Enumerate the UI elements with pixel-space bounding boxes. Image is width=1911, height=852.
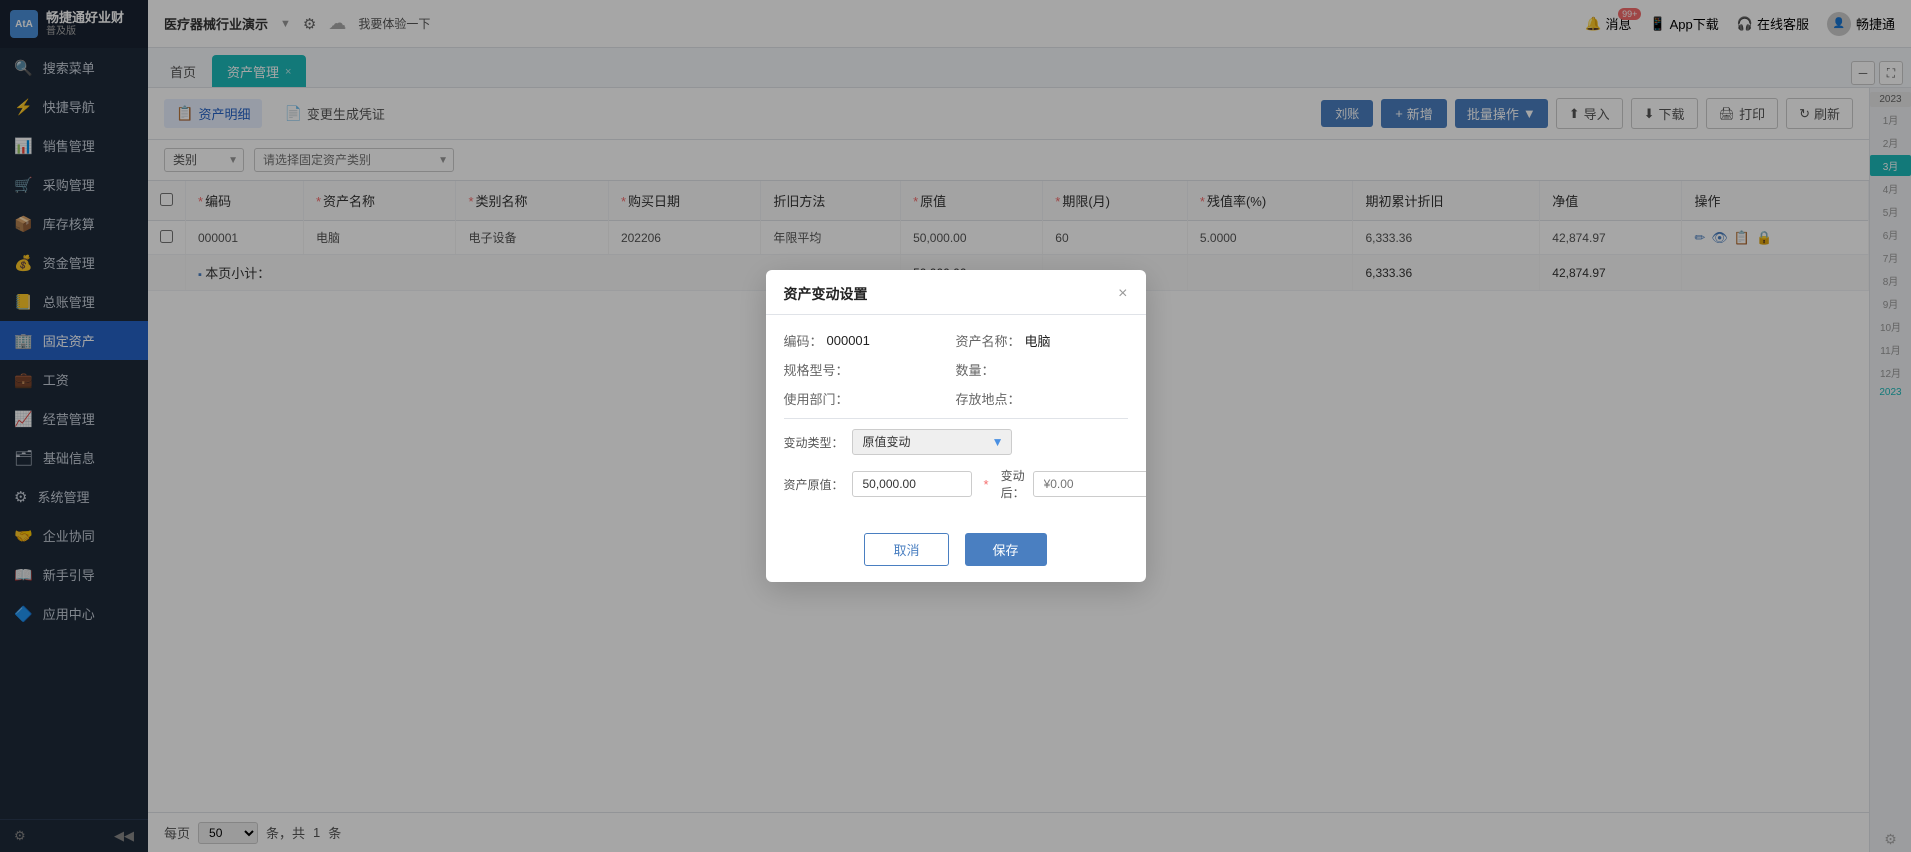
- dialog-code-field: 编码： 000001: [784, 331, 956, 350]
- modal-overlay: 资产变动设置 × 编码： 000001 资产名称： 电脑 规格型号：: [0, 0, 1911, 852]
- dialog-location-field: 存放地点：: [956, 389, 1128, 408]
- dialog-dept-field: 使用部门：: [784, 389, 956, 408]
- after-change-input[interactable]: [1033, 471, 1146, 497]
- original-value-field-label: 资产原值：: [784, 476, 844, 493]
- dialog-original-value-row: 资产原值： * 变动后：: [784, 467, 1128, 501]
- dialog-footer: 取消 保存: [766, 523, 1146, 582]
- original-value-input[interactable]: [852, 471, 972, 497]
- dialog-info-row-3: 使用部门： 存放地点：: [784, 389, 1128, 408]
- cancel-button[interactable]: 取消: [864, 533, 948, 566]
- dialog-close-button[interactable]: ×: [1118, 285, 1127, 303]
- dialog-info-row-1: 编码： 000001 资产名称： 电脑: [784, 331, 1128, 350]
- dialog-title: 资产变动设置: [784, 284, 868, 304]
- changetype-field-label: 变动类型：: [784, 434, 844, 451]
- assetname-label: 资产名称：: [956, 331, 1021, 350]
- changetype-select[interactable]: 原值变动: [852, 429, 1012, 455]
- code-label: 编码：: [784, 331, 823, 350]
- after-change-label: 变动后：: [1001, 467, 1025, 501]
- dept-label: 使用部门：: [784, 389, 849, 408]
- dialog-assetname-field: 资产名称： 电脑: [956, 331, 1128, 350]
- required-star: *: [984, 477, 989, 492]
- spec-label: 规格型号：: [784, 360, 849, 379]
- location-label: 存放地点：: [956, 389, 1021, 408]
- assetname-value: 电脑: [1025, 331, 1051, 350]
- dialog-divider: [784, 418, 1128, 419]
- dialog-body: 编码： 000001 资产名称： 电脑 规格型号： 数量：: [766, 315, 1146, 523]
- dialog-changetype-row: 变动类型： 原值变动 ▼: [784, 429, 1128, 455]
- code-value: 000001: [827, 333, 870, 348]
- dialog-quantity-field: 数量：: [956, 360, 1128, 379]
- quantity-label: 数量：: [956, 360, 995, 379]
- save-button[interactable]: 保存: [965, 533, 1047, 566]
- dialog-info-row-2: 规格型号： 数量：: [784, 360, 1128, 379]
- dialog-spec-field: 规格型号：: [784, 360, 956, 379]
- changetype-select-wrap: 原值变动 ▼: [852, 429, 1012, 455]
- dialog-header: 资产变动设置 ×: [766, 270, 1146, 315]
- asset-change-dialog: 资产变动设置 × 编码： 000001 资产名称： 电脑 规格型号：: [766, 270, 1146, 582]
